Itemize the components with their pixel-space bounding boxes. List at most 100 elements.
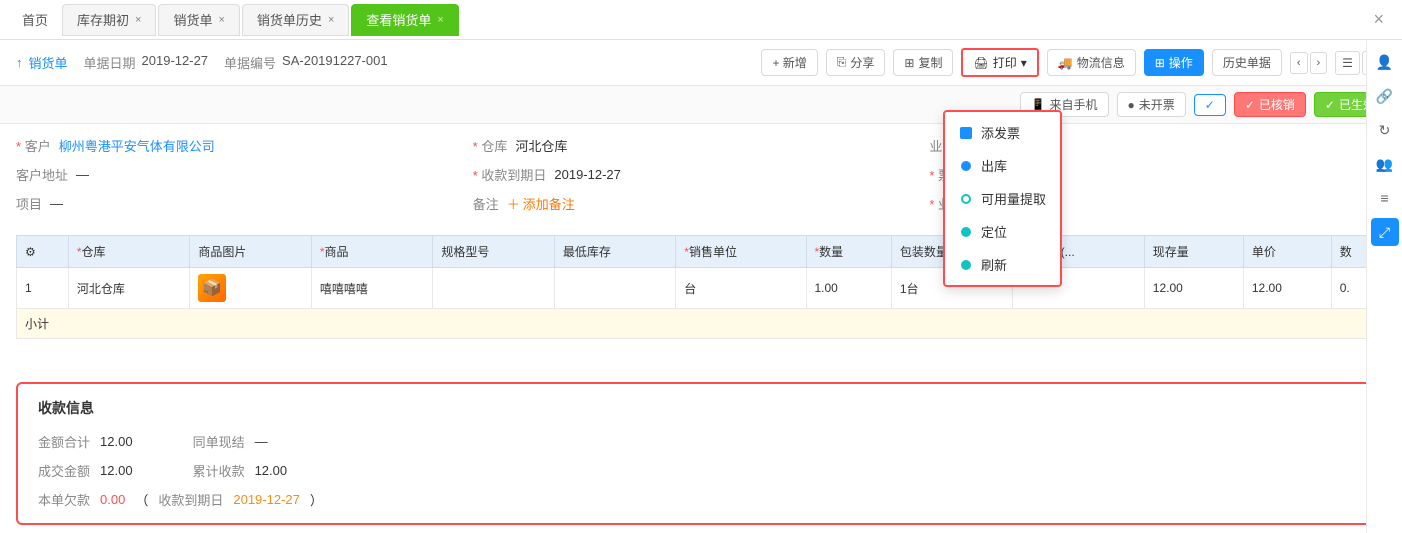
subtotal-label: 小计	[17, 309, 1386, 339]
operate-button[interactable]: ⊞ 操作	[1144, 49, 1204, 76]
check-icon: ✓	[1205, 98, 1215, 112]
owed-label: 本单欠款	[38, 490, 90, 509]
customer-field: * 客户 柳州粤港平安气体有限公司	[16, 136, 473, 155]
cell-warehouse: 河北仓库	[68, 268, 189, 309]
subtotal-row: 小计	[17, 309, 1386, 339]
main-content: ↑ 销货单 单据日期 2019-12-27 单据编号 SA-20191227-0…	[0, 40, 1402, 533]
table-row: 1 河北仓库 📦 嘻嘻嘻嘻 台 1.00 1台 12.00 12.0	[17, 268, 1386, 309]
add-note-button[interactable]: ＋ 添加备注	[507, 194, 575, 213]
cell-price: 12.00	[1243, 268, 1331, 309]
col-quantity: *数量	[806, 236, 891, 268]
cell-product-img: 📦	[190, 268, 311, 309]
table-header-row: ⚙ *仓库 商品图片 *商品 规格型号 最低库存 *销售单位 *数量 包装数量 …	[17, 236, 1386, 268]
tab-inventory-init[interactable]: 库存期初 ×	[62, 4, 156, 36]
not-open-button[interactable]: ● 未开票	[1117, 92, 1186, 117]
cumulative-field: 累计收款 12.00	[193, 461, 288, 480]
tab-view-sales-order-label: 查看销货单	[366, 10, 431, 29]
print-button[interactable]: 🖨 打印 ▾	[961, 48, 1038, 77]
share-button[interactable]: ⎘ 分享	[826, 49, 886, 76]
same-order-field: 同单现结 —	[193, 432, 268, 451]
total-amount-value: 12.00	[100, 434, 133, 449]
address-value: —	[76, 167, 89, 182]
tab-view-sales-order[interactable]: 查看销货单 ×	[351, 4, 458, 36]
check-button[interactable]: ✓	[1194, 94, 1226, 116]
tab-sales-order[interactable]: 销货单 ×	[158, 4, 239, 36]
sidebar-rotate-icon[interactable]: ↻	[1371, 116, 1399, 144]
out-stock-item[interactable]: 出库	[945, 149, 1060, 182]
copy-button[interactable]: ⊞ 复制	[893, 49, 953, 76]
payment-title: 收款信息	[38, 398, 1364, 418]
locate-item[interactable]: 定位	[945, 215, 1060, 248]
sold-badge: ✓ 已核销	[1234, 92, 1306, 117]
form-row-2: 客户地址 — * 收款到期日 2019-12-27 * 票据类型 不开票	[16, 165, 1386, 184]
list-view-button[interactable]: ☰	[1335, 51, 1360, 75]
payment-row-3: 本单欠款 0.00 （ 收款到期日 2019-12-27 ）	[38, 490, 1364, 509]
grid-icon: ⊞	[1155, 56, 1165, 70]
copy-icon: ⊞	[904, 56, 914, 70]
tab-sales-order-history[interactable]: 销货单历史 ×	[242, 4, 349, 36]
close-icon[interactable]: ×	[437, 14, 443, 26]
doc-type-label: 销货单	[29, 53, 68, 72]
cell-stock: 12.00	[1144, 268, 1243, 309]
doc-type-badge: ↑ 销货单	[16, 53, 68, 72]
customer-value[interactable]: 柳州粤港平安气体有限公司	[59, 136, 215, 155]
doc-actions: + 新增 ⎘ 分享 ⊞ 复制 🖨 打印 ▾ 🚚 物流信息 ⊞ 操作	[761, 48, 1386, 77]
new-button[interactable]: + 新增	[761, 49, 817, 76]
sidebar-expand-icon[interactable]: ⤢	[1371, 218, 1399, 246]
refresh-item[interactable]: 刷新	[945, 248, 1060, 281]
project-value: —	[50, 196, 63, 211]
payment-row-1: 金额合计 12.00 同单现结 —	[38, 432, 1364, 451]
owed-note: （	[135, 490, 148, 509]
col-settings[interactable]: ⚙	[17, 236, 69, 268]
history-button[interactable]: 历史单据	[1212, 49, 1282, 76]
prev-button[interactable]: ‹	[1290, 52, 1308, 74]
sidebar-list-icon[interactable]: ≡	[1371, 184, 1399, 212]
close-window-button[interactable]: ×	[1365, 9, 1392, 30]
truck-icon: 🚚	[1058, 56, 1073, 70]
col-price: 单价	[1243, 236, 1331, 268]
next-button[interactable]: ›	[1310, 52, 1328, 74]
close-icon[interactable]: ×	[328, 14, 334, 26]
owed-field: 本单欠款 0.00 （ 收款到期日 2019-12-27 ）	[38, 490, 323, 509]
tab-bar-right: ×	[1365, 9, 1392, 30]
total-amount-label: 金额合计	[38, 432, 90, 451]
product-image: 📦	[198, 274, 226, 302]
owed-due-value: 2019-12-27	[233, 492, 300, 507]
col-spec: 规格型号	[433, 236, 554, 268]
add-invoice-item[interactable]: 添发票	[945, 116, 1060, 149]
close-icon[interactable]: ×	[135, 14, 141, 26]
tab-sales-order-history-label: 销货单历史	[257, 10, 322, 29]
sidebar-link-icon[interactable]: 🔗	[1371, 82, 1399, 110]
chevron-down-icon: ▾	[1021, 56, 1027, 70]
doc-number-field: 单据编号 SA-20191227-001	[224, 53, 388, 72]
check-effect-icon: ✓	[1325, 98, 1335, 112]
cell-row-num: 1	[17, 268, 69, 309]
qty-pick-item[interactable]: 可用量提取	[945, 182, 1060, 215]
logistics-button[interactable]: 🚚 物流信息	[1047, 49, 1136, 76]
tab-inventory-init-label: 库存期初	[77, 10, 129, 29]
refresh-label: 刷新	[981, 255, 1007, 274]
cell-sales-unit: 台	[676, 268, 806, 309]
warehouse-value: 河北仓库	[515, 136, 567, 155]
payment-row-2: 成交金额 12.00 累计收款 12.00	[38, 461, 1364, 480]
tab-home[interactable]: 首页	[10, 10, 60, 29]
doc-number-value: SA-20191227-001	[282, 53, 388, 72]
doc-meta: 单据日期 2019-12-27 单据编号 SA-20191227-001	[84, 53, 388, 72]
payment-date-field: * 收款到期日 2019-12-27	[473, 165, 930, 184]
tab-sales-order-label: 销货单	[173, 10, 212, 29]
sidebar-person-icon[interactable]: 👤	[1371, 48, 1399, 76]
doc-type-icon: ↑	[16, 55, 23, 70]
transaction-value: 12.00	[100, 463, 133, 478]
table-wrapper: ⚙ *仓库 商品图片 *商品 规格型号 最低库存 *销售单位 *数量 包装数量 …	[0, 235, 1402, 374]
nav-arrows: ‹ ›	[1290, 52, 1327, 74]
transaction-label: 成交金额	[38, 461, 90, 480]
close-icon[interactable]: ×	[218, 14, 224, 26]
add-invoice-label: 添发票	[981, 123, 1020, 142]
sidebar-user-icon[interactable]: 👥	[1371, 150, 1399, 178]
note-field: 备注 ＋ 添加备注	[473, 194, 930, 213]
cell-product: 嘻嘻嘻嘻	[311, 268, 432, 309]
square-icon	[959, 126, 973, 140]
cell-spec	[433, 268, 554, 309]
cumulative-label: 累计收款	[193, 461, 245, 480]
col-stock: 现存量	[1144, 236, 1243, 268]
